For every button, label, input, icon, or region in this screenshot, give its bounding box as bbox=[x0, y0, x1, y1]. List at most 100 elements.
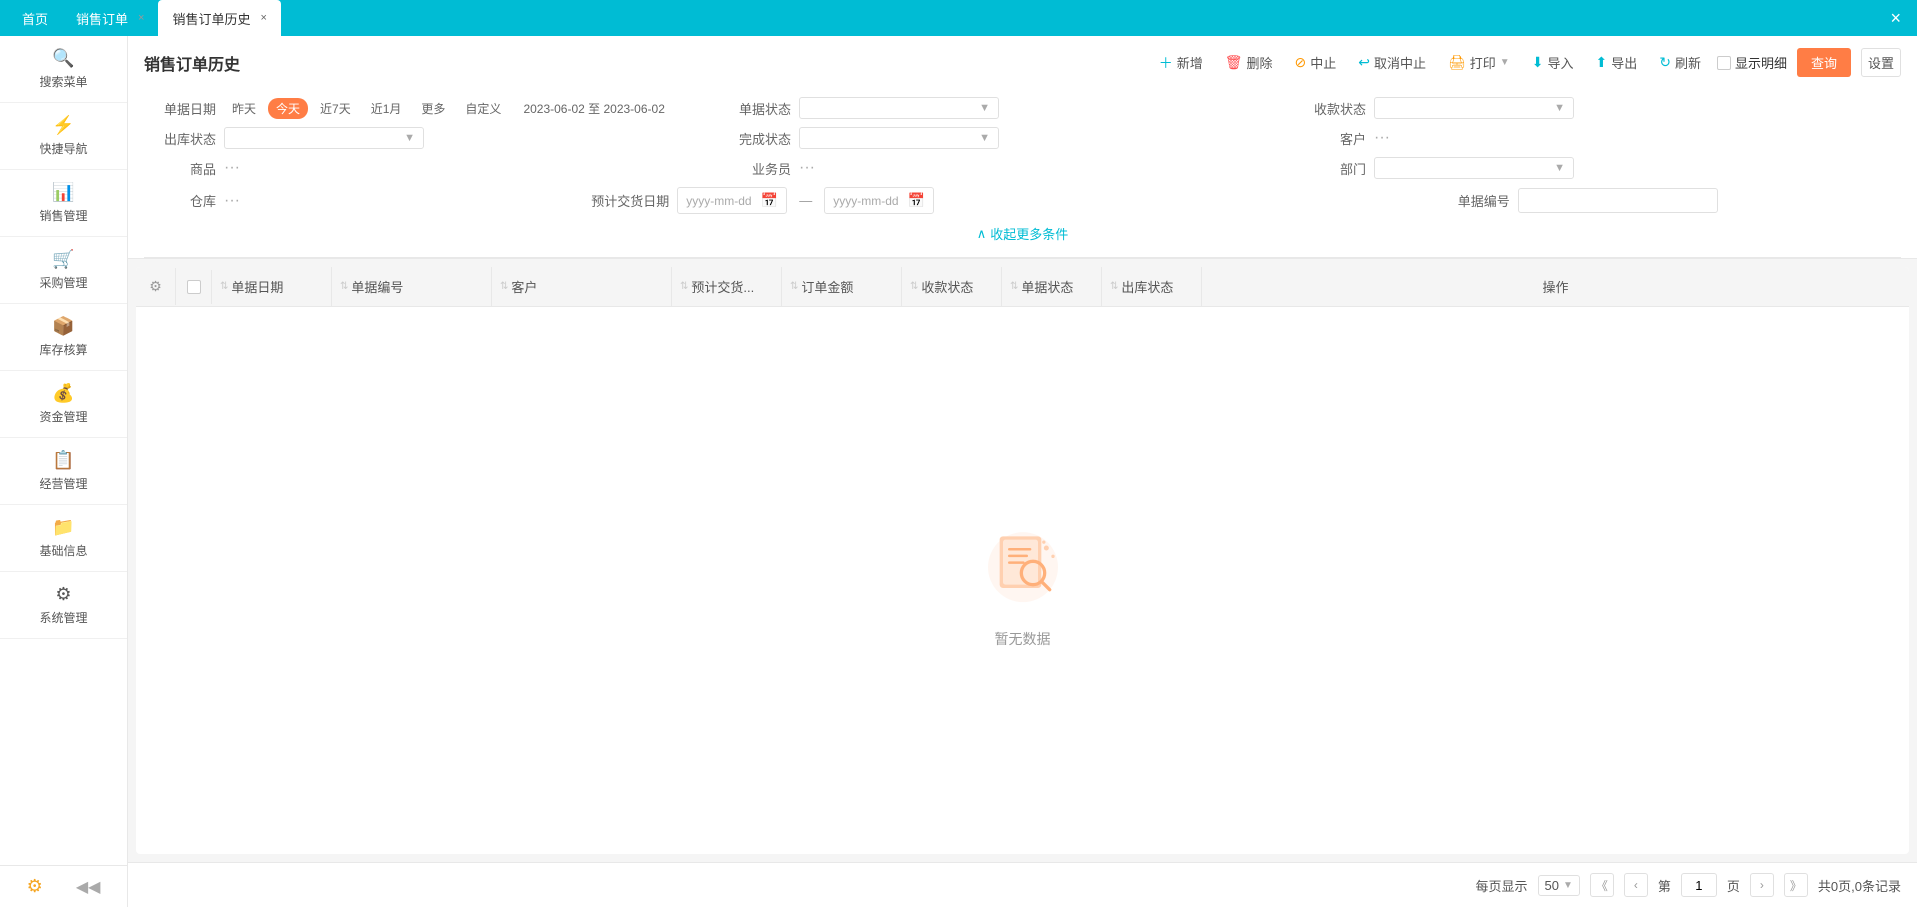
date-badge-more[interactable]: 更多 bbox=[413, 98, 453, 119]
th-customer-label: 客户 bbox=[511, 277, 537, 296]
out-status-select[interactable]: ▼ bbox=[224, 127, 424, 149]
settings-button[interactable]: 设置 bbox=[1861, 48, 1901, 77]
th-bill-status[interactable]: ⇅ 单据状态 bbox=[1002, 267, 1102, 306]
th-checkbox[interactable] bbox=[176, 270, 212, 304]
sidebar-item-basic-info[interactable]: 📁 基础信息 bbox=[0, 505, 127, 572]
out-status-label: 出库状态 bbox=[160, 129, 216, 148]
search-menu-icon: 🔍 bbox=[52, 48, 74, 69]
date-badge-yesterday[interactable]: 昨天 bbox=[224, 98, 264, 119]
delivery-date-from[interactable]: yyyy-mm-dd 📅 bbox=[677, 187, 787, 214]
warehouse-input[interactable]: ··· bbox=[224, 192, 240, 210]
page-number-input[interactable] bbox=[1681, 873, 1717, 897]
th-customer[interactable]: ⇅ 客户 bbox=[492, 267, 672, 306]
th-out-sort-icon: ⇅ bbox=[1110, 281, 1118, 292]
show-detail-checkbox-group[interactable]: 显示明细 bbox=[1717, 53, 1787, 72]
page-size-select[interactable]: 50 ▼ bbox=[1538, 875, 1580, 896]
sidebar-item-fund-mgmt[interactable]: 💰 资金管理 bbox=[0, 371, 127, 438]
empty-illustration bbox=[973, 513, 1073, 613]
sidebar-item-sales-mgmt[interactable]: 📊 销售管理 bbox=[0, 170, 127, 237]
export-button[interactable]: ⬆ 导出 bbox=[1589, 49, 1643, 76]
new-label: 新增 bbox=[1177, 53, 1203, 72]
tab-sales-order-history[interactable]: 销售订单历史 × bbox=[158, 0, 280, 36]
sidebar-item-basic-info-label: 基础信息 bbox=[39, 542, 87, 559]
bill-number-input[interactable] bbox=[1518, 188, 1718, 213]
query-button[interactable]: 查询 bbox=[1797, 48, 1851, 77]
filter-cell-receipt-status: 收款状态 ▼ bbox=[1310, 97, 1885, 119]
delete-icon: 🗑 bbox=[1225, 54, 1243, 71]
tab-sales-order-close[interactable]: × bbox=[138, 12, 144, 24]
sidebar-item-search-menu[interactable]: 🔍 搜索菜单 bbox=[0, 36, 127, 103]
page-title-bar: 销售订单历史 ＋ 新增 🗑 删除 ⊘ 中止 ↩ bbox=[144, 48, 1901, 87]
date-badge-1month[interactable]: 近1月 bbox=[363, 98, 410, 119]
sidebar-collapse-icon[interactable]: ◀◀ bbox=[76, 877, 101, 897]
th-out-label: 出库状态 bbox=[1121, 277, 1173, 296]
th-number[interactable]: ⇅ 单据编号 bbox=[332, 267, 492, 306]
salesperson-label: 业务员 bbox=[735, 159, 791, 178]
page-header: 销售订单历史 ＋ 新增 🗑 删除 ⊘ 中止 ↩ bbox=[128, 36, 1917, 259]
show-detail-label: 显示明细 bbox=[1735, 53, 1787, 72]
date-range-text: 2023-06-02 至 2023-06-02 bbox=[523, 100, 664, 117]
th-out-status[interactable]: ⇅ 出库状态 bbox=[1102, 267, 1202, 306]
th-settings[interactable]: ⚙ bbox=[136, 268, 176, 305]
product-label: 商品 bbox=[160, 159, 216, 178]
product-input[interactable]: ··· bbox=[224, 159, 240, 177]
date-badge-7days[interactable]: 近7天 bbox=[312, 98, 359, 119]
date-badge-custom[interactable]: 自定义 bbox=[457, 98, 509, 119]
th-receipt-status[interactable]: ⇅ 收款状态 bbox=[902, 267, 1002, 306]
sidebar-settings-icon[interactable]: ⚙ bbox=[27, 876, 43, 897]
new-button[interactable]: ＋ 新增 bbox=[1153, 49, 1209, 77]
date-badge-today[interactable]: 今天 bbox=[268, 98, 308, 119]
cancel-stop-icon: ↩ bbox=[1358, 54, 1370, 71]
th-number-sort-icon: ⇅ bbox=[340, 281, 348, 292]
complete-status-select[interactable]: ▼ bbox=[799, 127, 999, 149]
sidebar-item-purchase-mgmt[interactable]: 🛒 采购管理 bbox=[0, 237, 127, 304]
last-page-button[interactable]: 》 bbox=[1784, 873, 1808, 897]
refresh-button[interactable]: ↻ 刷新 bbox=[1653, 49, 1707, 76]
date-dash: — bbox=[799, 193, 812, 208]
th-date[interactable]: ⇅ 单据日期 bbox=[212, 267, 332, 306]
show-detail-checkbox[interactable] bbox=[1717, 56, 1731, 70]
filter-row-4: 仓库 ··· 预计交货日期 yyyy-mm-dd 📅 — yyyy-mm-dd … bbox=[160, 187, 1885, 214]
tab-sales-order-history-close[interactable]: × bbox=[260, 12, 266, 24]
tab-sales-order[interactable]: 销售订单 × bbox=[62, 0, 158, 36]
delete-button[interactable]: 🗑 删除 bbox=[1219, 49, 1279, 76]
settings-label: 设置 bbox=[1868, 53, 1894, 72]
salesperson-input[interactable]: ··· bbox=[799, 159, 815, 177]
print-button[interactable]: 🖨 打印 ▼ bbox=[1442, 49, 1516, 76]
tab-home-label: 首页 bbox=[22, 9, 48, 28]
department-select[interactable]: ▼ bbox=[1374, 157, 1574, 179]
sidebar-item-business-mgmt[interactable]: 📋 经营管理 bbox=[0, 438, 127, 505]
filter-row-1: 单据日期 昨天 今天 近7天 近1月 更多 自定义 2023-06-02 至 2… bbox=[160, 97, 1885, 119]
th-amount[interactable]: ⇅ 订单金额 bbox=[782, 267, 902, 306]
export-label: 导出 bbox=[1611, 53, 1637, 72]
sidebar-item-quick-nav[interactable]: ⚡ 快捷导航 bbox=[0, 103, 127, 170]
bill-status-select[interactable]: ▼ bbox=[799, 97, 999, 119]
th-delivery[interactable]: ⇅ 预计交货... bbox=[672, 267, 782, 306]
select-all-checkbox[interactable] bbox=[187, 280, 201, 294]
filter-cell-date: 单据日期 昨天 今天 近7天 近1月 更多 自定义 2023-06-02 至 2… bbox=[160, 98, 735, 119]
th-amount-sort-icon: ⇅ bbox=[790, 281, 798, 292]
page-size-value: 50 bbox=[1545, 878, 1559, 893]
table-body: 暂无数据 bbox=[136, 307, 1909, 854]
sidebar-item-system-mgmt[interactable]: ⚙ 系统管理 bbox=[0, 572, 127, 639]
collapse-btn[interactable]: ∧ 收起更多条件 bbox=[160, 220, 1885, 247]
filter-cell-bill-status: 单据状态 ▼ bbox=[735, 97, 1310, 119]
sidebar-item-inventory-check[interactable]: 📦 库存核算 bbox=[0, 304, 127, 371]
customer-input[interactable]: ··· bbox=[1374, 129, 1390, 147]
window-close-icon[interactable]: × bbox=[1882, 8, 1909, 29]
first-page-button[interactable]: 《 bbox=[1590, 873, 1614, 897]
calendar-to-icon: 📅 bbox=[908, 192, 925, 209]
content-area: 销售订单历史 ＋ 新增 🗑 删除 ⊘ 中止 ↩ bbox=[128, 36, 1917, 907]
out-status-arrow-icon: ▼ bbox=[404, 132, 415, 144]
tab-home[interactable]: 首页 bbox=[8, 0, 62, 36]
pagination-bar: 每页显示 50 ▼ 《 ‹ 第 页 › 》 共0页,0条记录 bbox=[128, 862, 1917, 907]
receipt-status-arrow-icon: ▼ bbox=[1554, 102, 1565, 114]
stop-button[interactable]: ⊘ 中止 bbox=[1289, 49, 1343, 76]
delivery-date-to[interactable]: yyyy-mm-dd 📅 bbox=[824, 187, 934, 214]
receipt-status-select[interactable]: ▼ bbox=[1374, 97, 1574, 119]
prev-page-button[interactable]: ‹ bbox=[1624, 873, 1648, 897]
cancel-stop-button[interactable]: ↩ 取消中止 bbox=[1352, 49, 1432, 76]
next-page-button[interactable]: › bbox=[1750, 873, 1774, 897]
new-icon: ＋ bbox=[1159, 53, 1173, 73]
import-button[interactable]: ⬇ 导入 bbox=[1526, 49, 1580, 76]
